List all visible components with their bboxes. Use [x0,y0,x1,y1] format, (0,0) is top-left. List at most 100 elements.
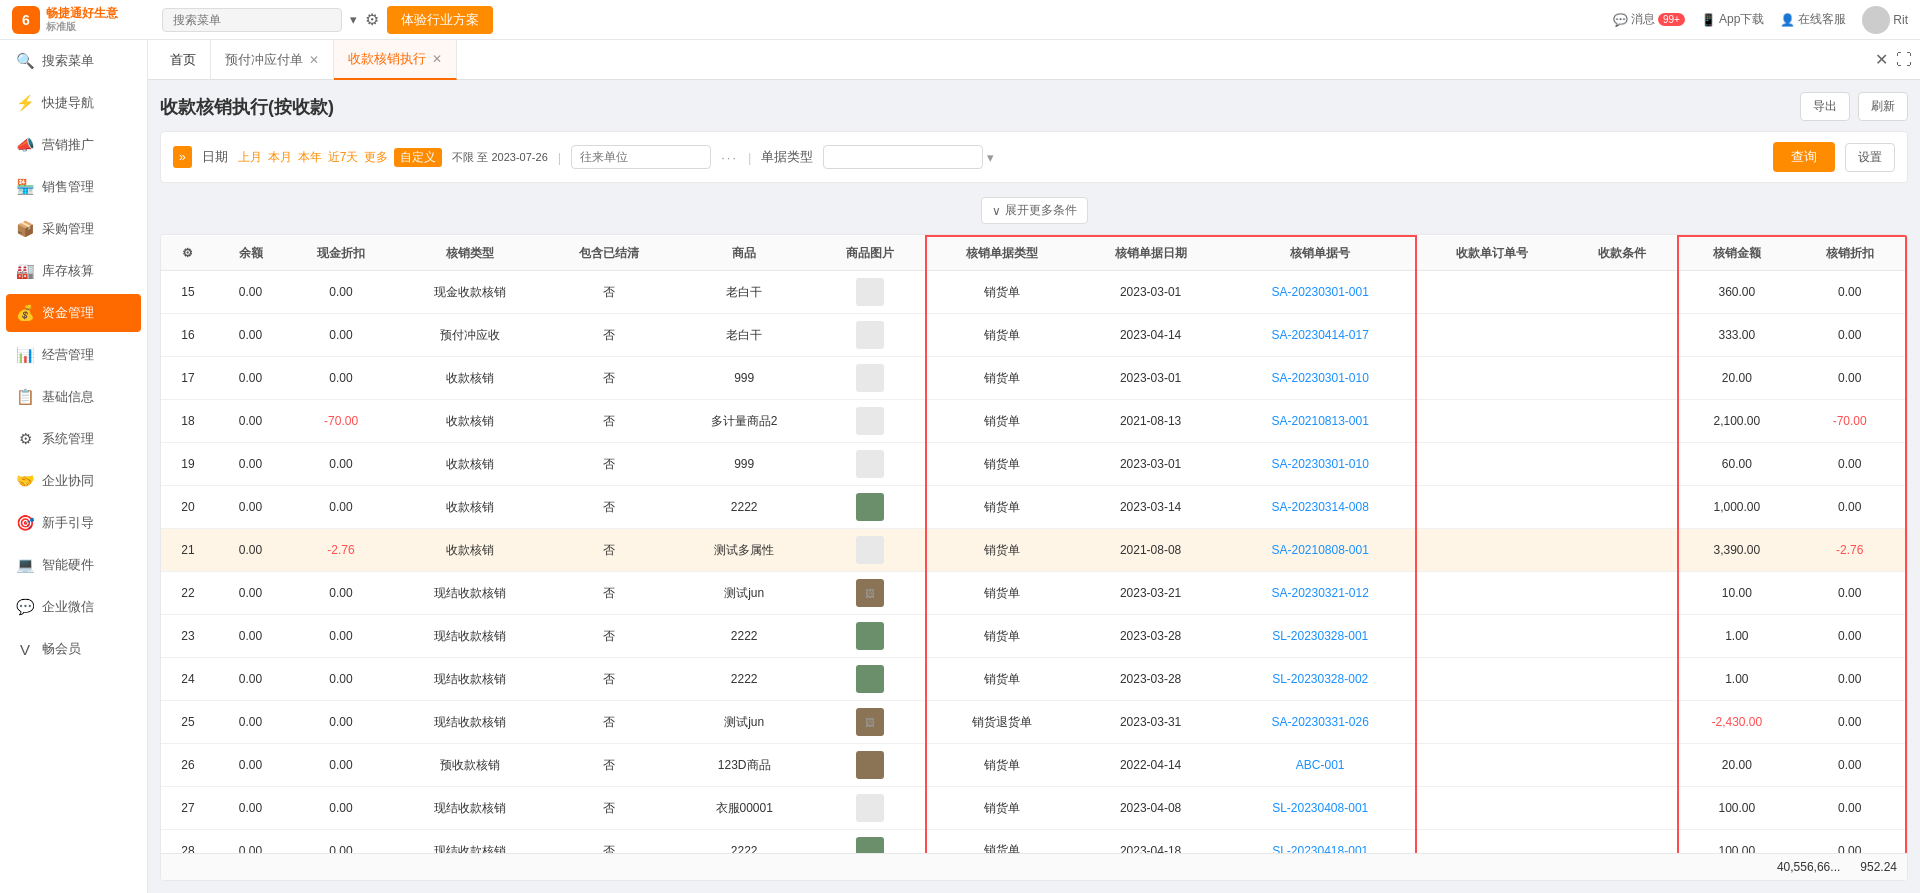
cell-2-7: 销货单 [926,357,1076,400]
sidebar-item-4[interactable]: 📦采购管理 [0,208,147,250]
cell-7-2: 0.00 [286,572,396,615]
tab-close-2[interactable]: ✕ [432,52,442,66]
cell-3-9[interactable]: SA-20210813-001 [1225,400,1416,443]
tab-1[interactable]: 预付冲应付单✕ [211,40,334,80]
cell-7-9[interactable]: SA-20230321-012 [1225,572,1416,615]
sidebar-item-13[interactable]: 💬企业微信 [0,586,147,628]
sidebar-label-9: 系统管理 [42,430,94,448]
bill-no-link-12[interactable]: SL-20230408-001 [1272,801,1368,815]
tab-0[interactable]: 首页 [156,40,211,80]
industry-solution-button[interactable]: 体验行业方案 [387,6,493,34]
cell-13-9[interactable]: SL-20230418-001 [1225,830,1416,854]
table-scroll[interactable]: ⚙余额现金折扣核销类型包含已结清商品商品图片核销单据类型核销单据日期核销单据号收… [161,235,1907,853]
sidebar-item-11[interactable]: 🎯新手引导 [0,502,147,544]
single-type-input[interactable] [823,145,983,169]
tab-close-1[interactable]: ✕ [309,53,319,67]
cell-12-9[interactable]: SL-20230408-001 [1225,787,1416,830]
date-this-year[interactable]: 本年 [298,149,322,166]
bill-no-link-2[interactable]: SA-20230301-010 [1271,371,1368,385]
refresh-button[interactable]: 刷新 [1858,92,1908,121]
cell-8-9[interactable]: SL-20230328-001 [1225,615,1416,658]
settings-icon[interactable]: ⚙ [365,10,379,29]
date-last-month[interactable]: 上月 [238,149,262,166]
cell-10-7: 销货退货单 [926,701,1076,744]
sidebar-item-0[interactable]: 🔍搜索菜单 [0,40,147,82]
table-row-7: 220.000.00现结收款核销否测试jun🖼销货单2023-03-21SA-2… [161,572,1906,615]
user-menu[interactable]: Rit [1862,6,1908,34]
sidebar-item-14[interactable]: V畅会员 [0,628,147,670]
bill-no-link-4[interactable]: SA-20230301-010 [1271,457,1368,471]
cell-2-0: 17 [161,357,215,400]
cell-1-3: 预付冲应收 [396,314,545,357]
expand-button[interactable]: » [173,146,192,168]
tab-2[interactable]: 收款核销执行✕ [334,40,457,80]
cell-6-9[interactable]: SA-20210808-001 [1225,529,1416,572]
date-this-month[interactable]: 本月 [268,149,292,166]
bill-no-link-11[interactable]: ABC-001 [1296,758,1345,772]
export-button[interactable]: 导出 [1800,92,1850,121]
cell-9-9[interactable]: SL-20230328-002 [1225,658,1416,701]
cell-2-11 [1567,357,1679,400]
cell-2-9[interactable]: SA-20230301-010 [1225,357,1416,400]
cell-10-9[interactable]: SA-20230331-026 [1225,701,1416,744]
cell-10-2: 0.00 [286,701,396,744]
sidebar-item-1[interactable]: ⚡快捷导航 [0,82,147,124]
filter-settings-button[interactable]: 设置 [1845,143,1895,172]
date-7days[interactable]: 近7天 [328,149,359,166]
cell-11-0: 26 [161,744,215,787]
product-image-11 [856,751,884,779]
cell-0-9[interactable]: SA-20230301-001 [1225,271,1416,314]
bill-no-link-7[interactable]: SA-20230321-012 [1271,586,1368,600]
cell-4-13: 0.00 [1794,443,1906,486]
message-badge: 99+ [1658,13,1685,26]
cell-9-5: 2222 [674,658,814,701]
cell-11-3: 预收款核销 [396,744,545,787]
counterparty-input[interactable] [571,145,711,169]
select-arrow[interactable]: ▾ [987,150,994,165]
cell-13-10 [1416,830,1566,854]
cell-1-9[interactable]: SA-20230414-017 [1225,314,1416,357]
sidebar-item-10[interactable]: 🤝企业协同 [0,460,147,502]
dots-icon[interactable]: ··· [721,150,738,165]
top-bar-right: 💬 消息 99+ 📱 App下载 👤 在线客服 Rit [1613,6,1908,34]
tab-close-window[interactable]: ✕ [1875,50,1888,69]
cell-0-8: 2023-03-01 [1076,271,1225,314]
tab-fullscreen[interactable]: ⛶ [1896,51,1912,69]
cell-8-7: 销货单 [926,615,1076,658]
bill-no-link-1[interactable]: SA-20230414-017 [1271,328,1368,342]
cell-0-10 [1416,271,1566,314]
sidebar-label-13: 企业微信 [42,598,94,616]
cell-11-9[interactable]: ABC-001 [1225,744,1416,787]
cell-4-9[interactable]: SA-20230301-010 [1225,443,1416,486]
bill-no-link-0[interactable]: SA-20230301-001 [1271,285,1368,299]
bill-no-link-10[interactable]: SA-20230331-026 [1271,715,1368,729]
sidebar-item-12[interactable]: 💻智能硬件 [0,544,147,586]
online-service-link[interactable]: 👤 在线客服 [1780,11,1846,28]
cell-7-11 [1567,572,1679,615]
date-more[interactable]: 更多 [364,149,388,166]
sidebar-item-6[interactable]: 💰资金管理 [6,294,141,332]
cell-5-9[interactable]: SA-20230314-008 [1225,486,1416,529]
search-input[interactable] [162,8,342,32]
sidebar-item-8[interactable]: 📋基础信息 [0,376,147,418]
query-button[interactable]: 查询 [1773,142,1835,172]
sidebar-item-3[interactable]: 🏪销售管理 [0,166,147,208]
date-custom[interactable]: 自定义 [394,148,442,167]
bill-no-link-8[interactable]: SL-20230328-001 [1272,629,1368,643]
dropdown-button[interactable]: ▾ [350,12,357,27]
sidebar-item-7[interactable]: 📊经营管理 [0,334,147,376]
bill-no-link-6[interactable]: SA-20210808-001 [1271,543,1368,557]
sidebar-item-2[interactable]: 📣营销推广 [0,124,147,166]
sidebar-icon-12: 💻 [16,556,34,574]
bill-no-link-5[interactable]: SA-20230314-008 [1271,500,1368,514]
message-link[interactable]: 💬 消息 99+ [1613,11,1685,28]
expand-more-button[interactable]: ∨ 展开更多条件 [981,197,1088,224]
cell-8-12: 1.00 [1678,615,1794,658]
sidebar-item-5[interactable]: 🏭库存核算 [0,250,147,292]
bill-no-link-9[interactable]: SL-20230328-002 [1272,672,1368,686]
bill-no-link-3[interactable]: SA-20210813-001 [1271,414,1368,428]
cell-5-0: 20 [161,486,215,529]
bill-no-link-13[interactable]: SL-20230418-001 [1272,844,1368,853]
app-download-link[interactable]: 📱 App下载 [1701,11,1764,28]
sidebar-item-9[interactable]: ⚙系统管理 [0,418,147,460]
